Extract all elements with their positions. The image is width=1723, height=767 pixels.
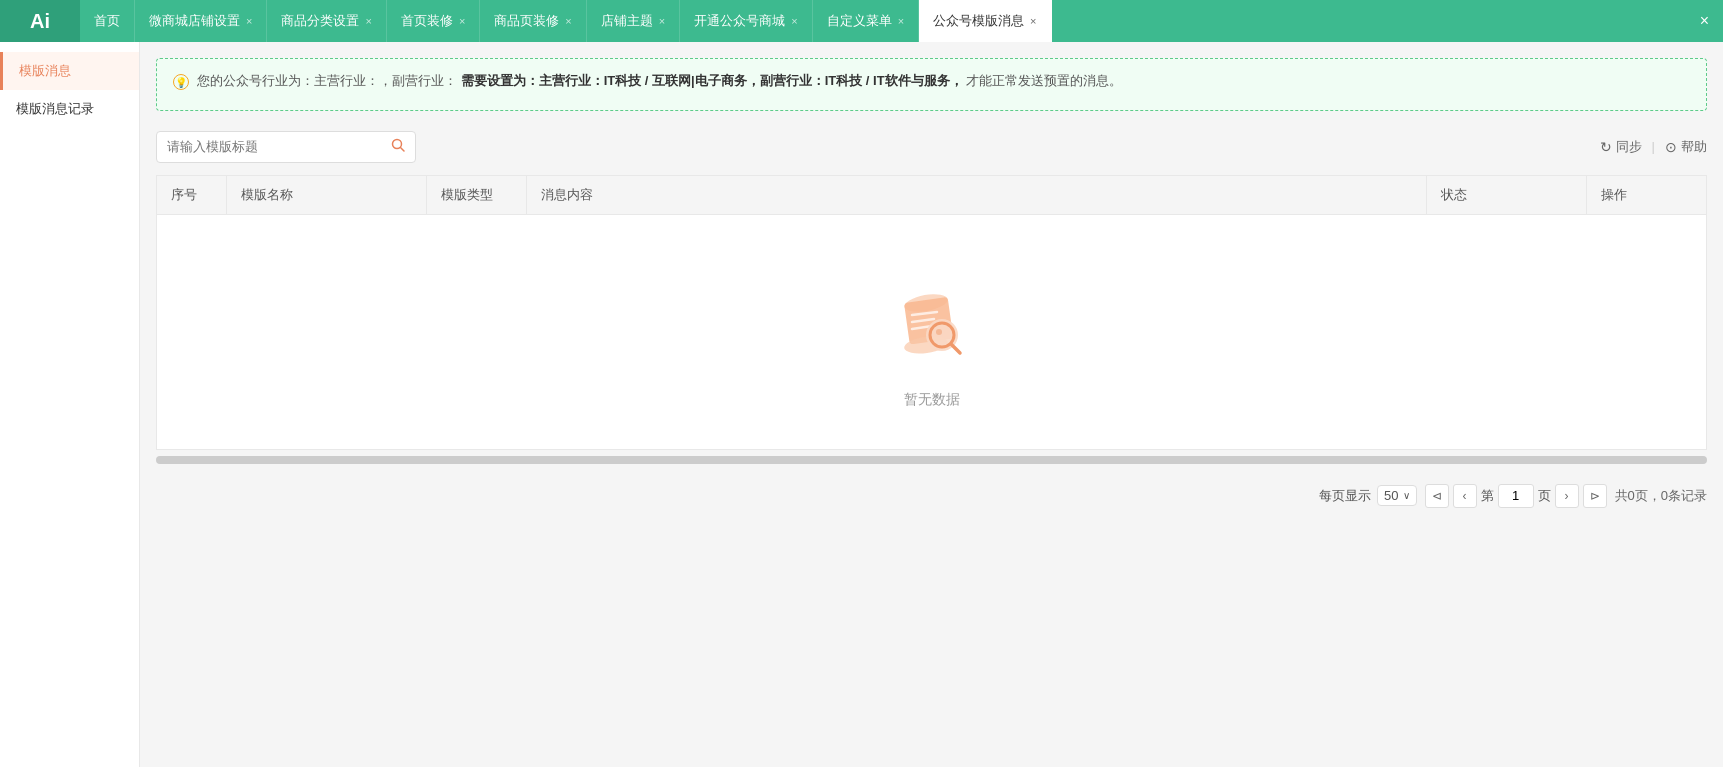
search-bar: ↻ 同步 | ⊙ 帮助 [156, 131, 1707, 163]
page-nav-buttons: ⊲ ‹ 第 页 › ⊳ [1425, 484, 1607, 508]
sync-icon: ↻ [1600, 139, 1612, 155]
nav-tab-open-mall[interactable]: 开通公众号商城 × [680, 0, 812, 42]
sidebar: 模版消息 模版消息记录 [0, 42, 140, 767]
nav-tab-shop-theme[interactable]: 店铺主题 × [587, 0, 680, 42]
nav-tab-custom-menu[interactable]: 自定义菜单 × [813, 0, 919, 42]
sidebar-item-template-msg-record[interactable]: 模版消息记录 [0, 90, 139, 128]
search-input[interactable] [167, 139, 391, 154]
close-tab-open-mall[interactable]: × [791, 15, 797, 27]
empty-state-row: 暂无数据 [157, 214, 1707, 449]
search-icon[interactable] [391, 138, 405, 155]
prev-page-button[interactable]: ‹ [1453, 484, 1477, 508]
horizontal-scrollbar[interactable] [156, 456, 1707, 464]
data-table: 序号 模版名称 模版类型 消息内容 状态 [156, 175, 1707, 450]
col-header-content: 消息内容 [527, 175, 1427, 214]
col-header-type: 模版类型 [427, 175, 527, 214]
col-header-status: 状态 [1427, 175, 1587, 214]
top-nav-bar: Ai 首页 微商城店铺设置 × 商品分类设置 × 首页装修 × 商品页装修 × … [0, 0, 1723, 42]
search-actions: ↻ 同步 | ⊙ 帮助 [1600, 138, 1707, 156]
notice-box: 💡 您的公众号行业为：主营行业：，副营行业： 需要设置为：主营行业：IT科技 /… [156, 58, 1707, 111]
main-layout: 模版消息 模版消息记录 💡 您的公众号行业为：主营行业：，副营行业： 需要设置为… [0, 42, 1723, 767]
empty-icon [882, 275, 982, 375]
total-info: 共0页，0条记录 [1615, 487, 1707, 505]
close-tab-shop-theme[interactable]: × [659, 15, 665, 27]
divider: | [1652, 139, 1655, 154]
search-input-wrap [156, 131, 416, 163]
close-tab-goods-category[interactable]: × [365, 15, 371, 27]
per-page-label: 每页显示 [1319, 487, 1371, 505]
empty-text: 暂无数据 [157, 391, 1706, 409]
sync-button[interactable]: ↻ 同步 [1600, 138, 1642, 156]
notice-text: 您的公众号行业为：主营行业：，副营行业： 需要设置为：主营行业：IT科技 / 互… [197, 71, 1122, 92]
svg-point-13 [936, 329, 942, 335]
col-header-name: 模版名称 [227, 175, 427, 214]
pagination: 每页显示 50 ∨ ⊲ ‹ 第 页 › ⊳ 共0页，0条记录 [156, 484, 1707, 508]
svg-line-12 [951, 344, 960, 353]
nav-tab-home[interactable]: 首页 [80, 0, 135, 42]
sidebar-item-template-msg[interactable]: 模版消息 [0, 52, 139, 90]
page-size-select: 每页显示 50 ∨ [1319, 485, 1416, 506]
svg-line-3 [401, 148, 405, 152]
help-icon: ⊙ [1665, 139, 1677, 155]
nav-tab-home-decor[interactable]: 首页装修 × [387, 0, 480, 42]
nav-tab-template-msg[interactable]: 公众号模版消息 × [919, 0, 1051, 42]
page-unit-label: 页 [1538, 487, 1551, 505]
per-page-dropdown[interactable]: 50 ∨ [1377, 485, 1416, 506]
close-tab-goods-decor[interactable]: × [565, 15, 571, 27]
content-area: 💡 您的公众号行业为：主营行业：，副营行业： 需要设置为：主营行业：IT科技 /… [140, 42, 1723, 767]
empty-state: 暂无数据 [157, 215, 1706, 449]
nav-tab-goods-decor[interactable]: 商品页装修 × [480, 0, 586, 42]
close-tab-home-decor[interactable]: × [459, 15, 465, 27]
dropdown-chevron-icon: ∨ [1403, 490, 1410, 501]
next-page-button[interactable]: › [1555, 484, 1579, 508]
close-tab-template-msg[interactable]: × [1030, 15, 1036, 27]
help-button[interactable]: ⊙ 帮助 [1665, 138, 1707, 156]
close-all-tabs-button[interactable]: × [1686, 12, 1723, 30]
col-header-seq: 序号 [157, 175, 227, 214]
svg-text:💡: 💡 [175, 76, 188, 89]
close-tab-custom-menu[interactable]: × [898, 15, 904, 27]
last-page-button[interactable]: ⊳ [1583, 484, 1607, 508]
page-prefix-label: 第 [1481, 487, 1494, 505]
nav-tab-wsc-settings[interactable]: 微商城店铺设置 × [135, 0, 267, 42]
col-header-action: 操作 [1587, 175, 1707, 214]
table-container: 序号 模版名称 模版类型 消息内容 状态 [156, 175, 1707, 470]
notice-icon: 💡 [173, 72, 189, 98]
first-page-button[interactable]: ⊲ [1425, 484, 1449, 508]
close-tab-wsc-settings[interactable]: × [246, 15, 252, 27]
table-header-row: 序号 模版名称 模版类型 消息内容 状态 [157, 175, 1707, 214]
nav-tab-goods-category[interactable]: 商品分类设置 × [267, 0, 386, 42]
current-page-input[interactable] [1498, 484, 1534, 508]
logo: Ai [0, 0, 80, 42]
